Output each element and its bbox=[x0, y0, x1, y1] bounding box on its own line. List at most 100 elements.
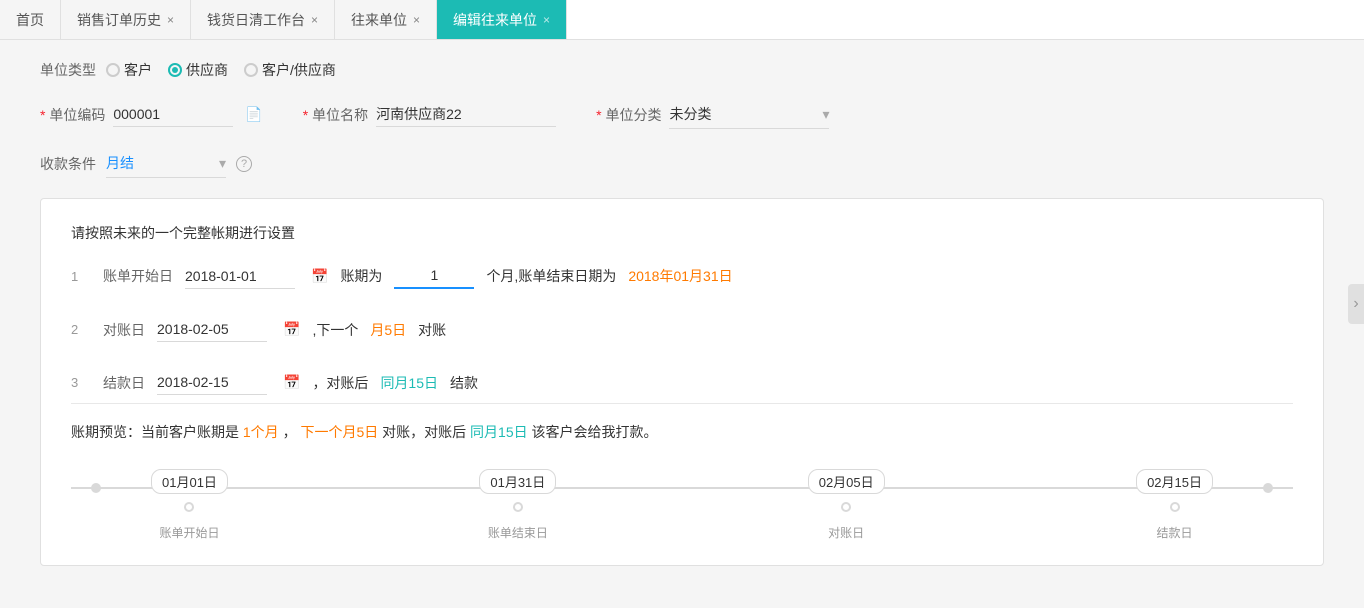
timeline-right-dot bbox=[1263, 483, 1273, 493]
preview-part4: 同月15日 bbox=[470, 424, 528, 440]
unit-name-group: 单位名称 bbox=[303, 102, 556, 127]
tab-partner[interactable]: 往来单位 × bbox=[335, 0, 437, 39]
unit-type-label: 单位类型 bbox=[40, 60, 96, 80]
row-num-2: 2 bbox=[71, 322, 91, 337]
radio-customer[interactable]: 客户 bbox=[106, 60, 152, 80]
unit-code-icon[interactable]: 📄 bbox=[245, 106, 262, 123]
timeline-sublabel-3: 对账日 bbox=[828, 524, 864, 541]
timeline-items: 01月01日 账单开始日 01月31日 账单结束日 02月05日 对账日 02月… bbox=[91, 469, 1273, 541]
reconcile-suffix: 对账 bbox=[418, 320, 446, 340]
timeline-node-2: 01月31日 账单结束日 bbox=[479, 469, 556, 541]
radio-both-circle bbox=[244, 63, 258, 77]
payment-date-calendar-icon[interactable]: 📅 bbox=[283, 374, 300, 391]
radio-both-label: 客户/供应商 bbox=[262, 60, 336, 80]
period-label-pre: 账期为 bbox=[340, 266, 382, 286]
tab-home-label: 首页 bbox=[16, 10, 44, 30]
unit-code-group: 单位编码 📄 bbox=[40, 102, 263, 127]
section-divider bbox=[71, 403, 1293, 404]
preview-part5: 该客户会给我打款。 bbox=[532, 424, 658, 440]
payment-prefix: ，对账后 bbox=[312, 373, 368, 393]
payment-date-input[interactable] bbox=[157, 370, 267, 395]
tab-sales-history[interactable]: 销售订单历史 × bbox=[61, 0, 191, 39]
payment-terms-value: 月结 bbox=[106, 153, 134, 173]
tab-home[interactable]: 首页 bbox=[0, 0, 61, 39]
payment-terms-label: 收款条件 bbox=[40, 154, 96, 174]
timeline-dot-3 bbox=[841, 502, 851, 512]
start-date-input[interactable] bbox=[185, 264, 295, 289]
tab-partner-close[interactable]: × bbox=[413, 13, 420, 27]
tab-cash-work[interactable]: 钱货日清工作台 × bbox=[191, 0, 335, 39]
row-start-date: 1 账单开始日 📅 账期为 个月,账单结束日期为 2018年01月31日 bbox=[71, 263, 1293, 289]
reconcile-highlight: 月5日 bbox=[370, 320, 406, 340]
expand-arrow-icon: › bbox=[1353, 295, 1358, 313]
start-date-calendar-icon[interactable]: 📅 bbox=[311, 268, 328, 285]
tab-partner-label: 往来单位 bbox=[351, 10, 407, 30]
tab-sales-history-close[interactable]: × bbox=[167, 13, 174, 27]
radio-customer-label: 客户 bbox=[124, 60, 152, 80]
row-label-reconcile: 对账日 bbox=[103, 320, 145, 340]
tab-sales-history-label: 销售订单历史 bbox=[77, 10, 161, 30]
unit-category-group: 单位分类 未分类 ▾ bbox=[596, 100, 829, 129]
radio-customer-circle bbox=[106, 63, 120, 77]
timeline-dot-1 bbox=[184, 502, 194, 512]
preview-part1: 1个月 bbox=[243, 424, 279, 440]
unit-code-label: 单位编码 bbox=[40, 105, 105, 125]
reconcile-date-calendar-icon[interactable]: 📅 bbox=[283, 321, 300, 338]
timeline-badge-4: 02月15日 bbox=[1136, 469, 1213, 494]
preview-part3: 对账，对账后 bbox=[382, 424, 466, 440]
unit-info-row: 单位编码 📄 单位名称 单位分类 未分类 ▾ bbox=[40, 100, 1324, 129]
unit-category-label: 单位分类 bbox=[596, 105, 661, 125]
period-input[interactable] bbox=[394, 263, 474, 289]
timeline-node-1: 01月01日 账单开始日 bbox=[151, 469, 228, 541]
preview-comma: ， bbox=[283, 424, 297, 440]
main-content: 单位类型 客户 供应商 客户/供应商 单位编码 📄 单位名称 bbox=[0, 40, 1364, 608]
settings-section: 请按照未来的一个完整帐期进行设置 1 账单开始日 📅 账期为 个月,账单结束日期… bbox=[40, 198, 1324, 566]
tab-edit-partner[interactable]: 编辑往来单位 × bbox=[437, 0, 567, 39]
radio-group-unit-type: 客户 供应商 客户/供应商 bbox=[106, 60, 336, 80]
preview-text: 账期预览：当前客户账期是 1个月 ， 下一个月5日 对账，对账后 同月15日 该… bbox=[71, 420, 1293, 445]
chevron-down-icon: ▾ bbox=[822, 106, 829, 123]
radio-supplier[interactable]: 供应商 bbox=[168, 60, 228, 80]
help-icon[interactable]: ? bbox=[236, 156, 252, 172]
timeline-sublabel-1: 账单开始日 bbox=[159, 524, 219, 541]
tab-edit-partner-close[interactable]: × bbox=[543, 13, 550, 27]
timeline-badge-1: 01月01日 bbox=[151, 469, 228, 494]
timeline-dot-4 bbox=[1170, 502, 1180, 512]
section-instruction: 请按照未来的一个完整帐期进行设置 bbox=[71, 223, 1293, 243]
row-reconcile-date: 2 对账日 📅 ,下一个 月5日 对账 bbox=[71, 317, 1293, 342]
row-num-1: 1 bbox=[71, 269, 91, 284]
radio-supplier-label: 供应商 bbox=[186, 60, 228, 80]
timeline-dot-2 bbox=[513, 502, 523, 512]
payment-terms-select[interactable]: 月结 ▾ bbox=[106, 149, 226, 178]
timeline-container: 01月01日 账单开始日 01月31日 账单结束日 02月05日 对账日 02月… bbox=[71, 469, 1293, 541]
timeline-left-end bbox=[91, 483, 101, 493]
row-label-payment: 结款日 bbox=[103, 373, 145, 393]
preview-part2: 下一个月5日 bbox=[300, 424, 378, 440]
tab-cash-work-close[interactable]: × bbox=[311, 13, 318, 27]
row-payment-date: 3 结款日 📅 ，对账后 同月15日 结款 bbox=[71, 370, 1293, 395]
row-label-start-date: 账单开始日 bbox=[103, 266, 173, 286]
reconcile-date-input[interactable] bbox=[157, 317, 267, 342]
timeline-sublabel-4: 结款日 bbox=[1157, 524, 1193, 541]
payment-suffix: 结款 bbox=[450, 373, 478, 393]
unit-code-input[interactable] bbox=[113, 102, 233, 127]
period-label-post: 个月,账单结束日期为 bbox=[486, 266, 616, 286]
expand-panel-button[interactable]: › bbox=[1348, 284, 1364, 324]
period-end-date: 2018年01月31日 bbox=[628, 266, 732, 286]
timeline-sublabel-2: 账单结束日 bbox=[488, 524, 548, 541]
timeline-badge-3: 02月05日 bbox=[808, 469, 885, 494]
unit-category-select[interactable]: 未分类 ▾ bbox=[669, 100, 829, 129]
radio-both[interactable]: 客户/供应商 bbox=[244, 60, 336, 80]
unit-name-label: 单位名称 bbox=[303, 105, 368, 125]
timeline-node-3: 02月05日 对账日 bbox=[808, 469, 885, 541]
payment-terms-row: 收款条件 月结 ▾ ? bbox=[40, 149, 1324, 178]
timeline-badge-2: 01月31日 bbox=[479, 469, 556, 494]
payment-terms-chevron-icon: ▾ bbox=[219, 155, 226, 172]
tab-cash-work-label: 钱货日清工作台 bbox=[207, 10, 305, 30]
preview-label: 账期预览：当前客户账期是 bbox=[71, 424, 239, 440]
timeline-node-4: 02月15日 结款日 bbox=[1136, 469, 1213, 541]
unit-name-input[interactable] bbox=[376, 102, 556, 127]
timeline-right-end bbox=[1263, 483, 1273, 493]
tab-edit-partner-label: 编辑往来单位 bbox=[453, 10, 537, 30]
payment-highlight: 同月15日 bbox=[380, 373, 438, 393]
